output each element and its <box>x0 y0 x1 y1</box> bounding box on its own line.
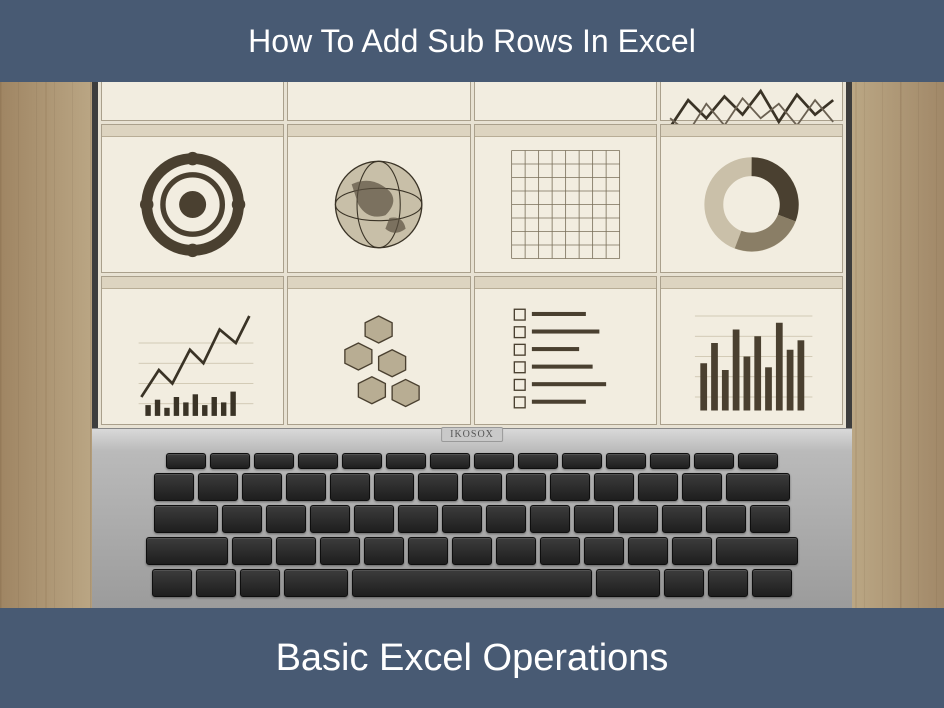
grid-panel <box>474 124 657 273</box>
data-grid-icon <box>475 137 656 272</box>
laptop-keyboard: IKOSOX <box>92 428 852 608</box>
laptop-illustration: IKOSOX <box>92 82 852 608</box>
globe-icon <box>288 137 469 272</box>
top-banner-title: How To Add Sub Rows In Excel <box>248 23 696 60</box>
globe-panel <box>287 124 470 273</box>
line-chart-panel <box>101 276 284 425</box>
hero-image: IKOSOX <box>0 82 944 608</box>
line-chart-icon <box>102 289 283 424</box>
bottom-banner-subtitle: Basic Excel Operations <box>276 637 669 680</box>
donut-chart-icon <box>661 137 842 272</box>
checklist-icon <box>475 289 656 424</box>
hexagon-cluster-icon <box>288 289 469 424</box>
bar-chart-icon <box>661 289 842 424</box>
top-banner: How To Add Sub Rows In Excel <box>0 0 944 82</box>
laptop-brand-label: IKOSOX <box>441 427 503 442</box>
dial-panel-1 <box>101 124 284 273</box>
mini-panel <box>474 82 657 121</box>
mini-panel <box>287 82 470 121</box>
bottom-banner: Basic Excel Operations <box>0 608 944 708</box>
radial-dial-icon <box>102 137 283 272</box>
laptop-screen <box>98 82 846 428</box>
dashboard-top-row <box>101 82 843 121</box>
donut-panel <box>660 124 843 273</box>
hexagon-panel <box>287 276 470 425</box>
laptop-screen-bezel <box>92 82 852 428</box>
list-panel <box>474 276 657 425</box>
mini-panel <box>660 82 843 121</box>
mini-panel <box>101 82 284 121</box>
bar-chart-panel <box>660 276 843 425</box>
keyboard-keys <box>132 453 812 597</box>
